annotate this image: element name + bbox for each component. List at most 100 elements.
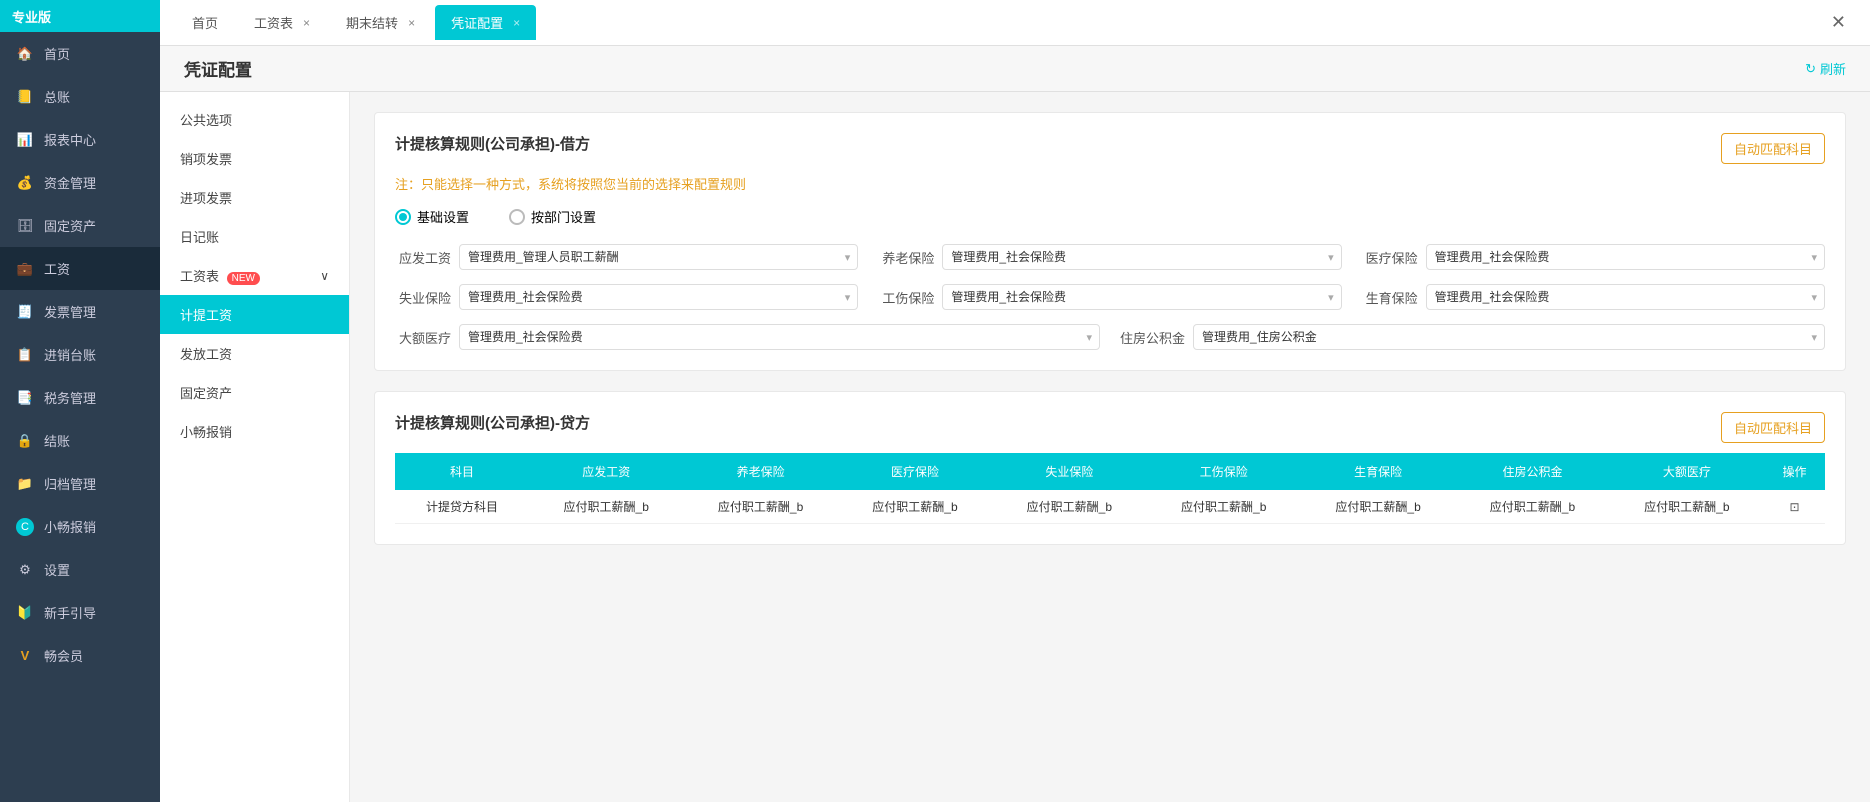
sidebar-item-member[interactable]: V 畅会员 [0, 634, 160, 677]
unemployment-label: 失业保险 [395, 288, 451, 307]
close-icon: 🔒 [16, 432, 34, 450]
action-icon: ⊡ [1789, 500, 1799, 514]
th-unemployment: 失业保险 [992, 453, 1146, 490]
sidebar-item-purchase[interactable]: 📋 进销台账 [0, 333, 160, 376]
th-birth: 生育保险 [1301, 453, 1455, 490]
sidebar-item-label: 发票管理 [44, 302, 96, 321]
invoices-icon: 🧾 [16, 303, 34, 321]
tax-icon: 📑 [16, 389, 34, 407]
injury-select-wrapper: 管理费用_社会保险费 ▾ [942, 284, 1341, 310]
td-action[interactable]: ⊡ [1764, 490, 1825, 524]
th-medical: 医疗保险 [838, 453, 992, 490]
radio-dept[interactable]: 按部门设置 [509, 207, 596, 226]
tab-voucher-config[interactable]: 凭证配置 × [435, 5, 536, 40]
left-nav-public[interactable]: 公共选项 [160, 100, 349, 139]
tab-home-label: 首页 [192, 13, 218, 32]
debit-section: 计提核算规则(公司承担)-借方 自动匹配科目 注：只能选择一种方式，系统将按照您… [374, 112, 1846, 371]
td-medical: 应付职工薪酬_b [838, 490, 992, 524]
tab-payroll[interactable]: 工资表 × [238, 5, 326, 40]
debit-section-header: 计提核算规则(公司承担)-借方 自动匹配科目 [395, 133, 1825, 164]
large-medical-select-wrapper: 管理费用_社会保险费 ▾ [459, 324, 1100, 350]
sidebar-item-label: 进销台账 [44, 345, 96, 364]
sidebar-item-label: 报表中心 [44, 130, 96, 149]
sidebar-item-funds[interactable]: 💰 资金管理 [0, 161, 160, 204]
sidebar-item-label: 结账 [44, 431, 70, 450]
left-nav-expense[interactable]: 小畅报销 [160, 412, 349, 451]
th-pension: 养老保险 [683, 453, 837, 490]
radio-dept-label: 按部门设置 [531, 207, 596, 226]
unemployment-select-wrapper: 管理费用_社会保险费 ▾ [459, 284, 858, 310]
arrow-icon: ∨ [320, 269, 329, 283]
page-title: 凭证配置 [184, 56, 252, 81]
credit-section: 计提核算规则(公司承担)-贷方 自动匹配科目 科目 应发工资 养老保险 医疗保险… [374, 391, 1846, 545]
injury-select[interactable]: 管理费用_社会保险费 [942, 284, 1341, 310]
debit-auto-match-button[interactable]: 自动匹配科目 [1721, 133, 1825, 164]
credit-section-header: 计提核算规则(公司承担)-贷方 自动匹配科目 [395, 412, 1825, 443]
unemployment-select[interactable]: 管理费用_社会保险费 [459, 284, 858, 310]
tab-voucher-config-close[interactable]: × [513, 16, 520, 30]
left-nav-journal[interactable]: 日记账 [160, 217, 349, 256]
tab-period-close[interactable]: 期末结转 × [330, 5, 431, 40]
sidebar-item-settings[interactable]: ⚙ 设置 [0, 548, 160, 591]
pension-select[interactable]: 管理费用_社会保险费 [942, 244, 1341, 270]
left-nav-payroll-table[interactable]: 工资表 NEW ∨ [160, 256, 349, 295]
window-close-button[interactable]: ✕ [1823, 12, 1854, 33]
salary-select[interactable]: 管理费用_管理人员职工薪酬 [459, 244, 858, 270]
large-medical-label: 大额医疗 [395, 328, 451, 347]
left-nav-fixed-assets[interactable]: 固定资产 [160, 373, 349, 412]
form-item-large-medical: 大额医疗 管理费用_社会保险费 ▾ [395, 324, 1100, 350]
assets-icon: 🗄 [16, 217, 34, 235]
credit-table: 科目 应发工资 养老保险 医疗保险 失业保险 工伤保险 生育保险 住房公积金 大… [395, 453, 1825, 524]
medical-select-wrapper: 管理费用_社会保险费 ▾ [1426, 244, 1825, 270]
left-nav-calc-salary[interactable]: 计提工资 [160, 295, 349, 334]
pension-select-wrapper: 管理费用_社会保险费 ▾ [942, 244, 1341, 270]
sidebar-item-reports[interactable]: 📊 报表中心 [0, 118, 160, 161]
tab-home[interactable]: 首页 [176, 5, 234, 40]
medical-select[interactable]: 管理费用_社会保险费 [1426, 244, 1825, 270]
housing-select-wrapper: 管理费用_住房公积金 ▾ [1193, 324, 1825, 350]
sidebar-item-salary[interactable]: 💼 工资 [0, 247, 160, 290]
sidebar-item-ledger[interactable]: 📒 总账 [0, 75, 160, 118]
refresh-button[interactable]: ↻ 刷新 [1805, 59, 1846, 78]
sidebar-item-label: 新手引导 [44, 603, 96, 622]
sidebar-item-label: 畅会员 [44, 646, 83, 665]
sidebar-item-home[interactable]: 🏠 首页 [0, 32, 160, 75]
sidebar-item-assets[interactable]: 🗄 固定资产 [0, 204, 160, 247]
debit-section-title: 计提核算规则(公司承担)-借方 [395, 133, 590, 154]
app-logo: 专业版 [0, 0, 160, 32]
sidebar-item-tax[interactable]: 📑 税务管理 [0, 376, 160, 419]
sidebar-item-invoices[interactable]: 🧾 发票管理 [0, 290, 160, 333]
birth-select[interactable]: 管理费用_社会保险费 [1426, 284, 1825, 310]
td-injury: 应付职工薪酬_b [1147, 490, 1301, 524]
content-body: 公共选项 销项发票 进项发票 日记账 工资表 NEW ∨ 计提工资 [160, 92, 1870, 802]
main-area: 首页 工资表 × 期末结转 × 凭证配置 × ✕ 凭证配置 ↻ 刷新 公共选项 [160, 0, 1870, 802]
debit-form-grid-1: 应发工资 管理费用_管理人员职工薪酬 ▾ 养老保险 管理费用_社会保险费 [395, 244, 1825, 310]
tab-bar: 首页 工资表 × 期末结转 × 凭证配置 × ✕ [160, 0, 1870, 46]
sidebar-item-label: 税务管理 [44, 388, 96, 407]
left-nav-sales-invoice[interactable]: 销项发票 [160, 139, 349, 178]
large-medical-select[interactable]: 管理费用_社会保险费 [459, 324, 1100, 350]
credit-auto-match-button[interactable]: 自动匹配科目 [1721, 412, 1825, 443]
sidebar-item-archive[interactable]: 📁 归档管理 [0, 462, 160, 505]
form-item-medical: 医疗保险 管理费用_社会保险费 ▾ [1362, 244, 1825, 270]
sidebar-item-close[interactable]: 🔒 结账 [0, 419, 160, 462]
td-pension: 应付职工薪酬_b [683, 490, 837, 524]
tab-payroll-close[interactable]: × [303, 16, 310, 30]
radio-basic-circle [395, 209, 411, 225]
refresh-label: 刷新 [1820, 59, 1846, 78]
td-subject: 计提贷方科目 [395, 490, 529, 524]
housing-select[interactable]: 管理费用_住房公积金 [1193, 324, 1825, 350]
left-nav-purchase-invoice[interactable]: 进项发票 [160, 178, 349, 217]
td-large-medical: 应付职工薪酬_b [1610, 490, 1764, 524]
td-salary: 应付职工薪酬_b [529, 490, 683, 524]
radio-basic-label: 基础设置 [417, 207, 469, 226]
tab-period-close-close[interactable]: × [408, 16, 415, 30]
home-icon: 🏠 [16, 45, 34, 63]
left-nav-pay-salary[interactable]: 发放工资 [160, 334, 349, 373]
radio-basic[interactable]: 基础设置 [395, 207, 469, 226]
reports-icon: 📊 [16, 131, 34, 149]
birth-label: 生育保险 [1362, 288, 1418, 307]
sidebar-item-guide[interactable]: 🔰 新手引导 [0, 591, 160, 634]
guide-icon: 🔰 [16, 604, 34, 622]
sidebar-item-xiaochang[interactable]: C 小畅报销 [0, 505, 160, 548]
